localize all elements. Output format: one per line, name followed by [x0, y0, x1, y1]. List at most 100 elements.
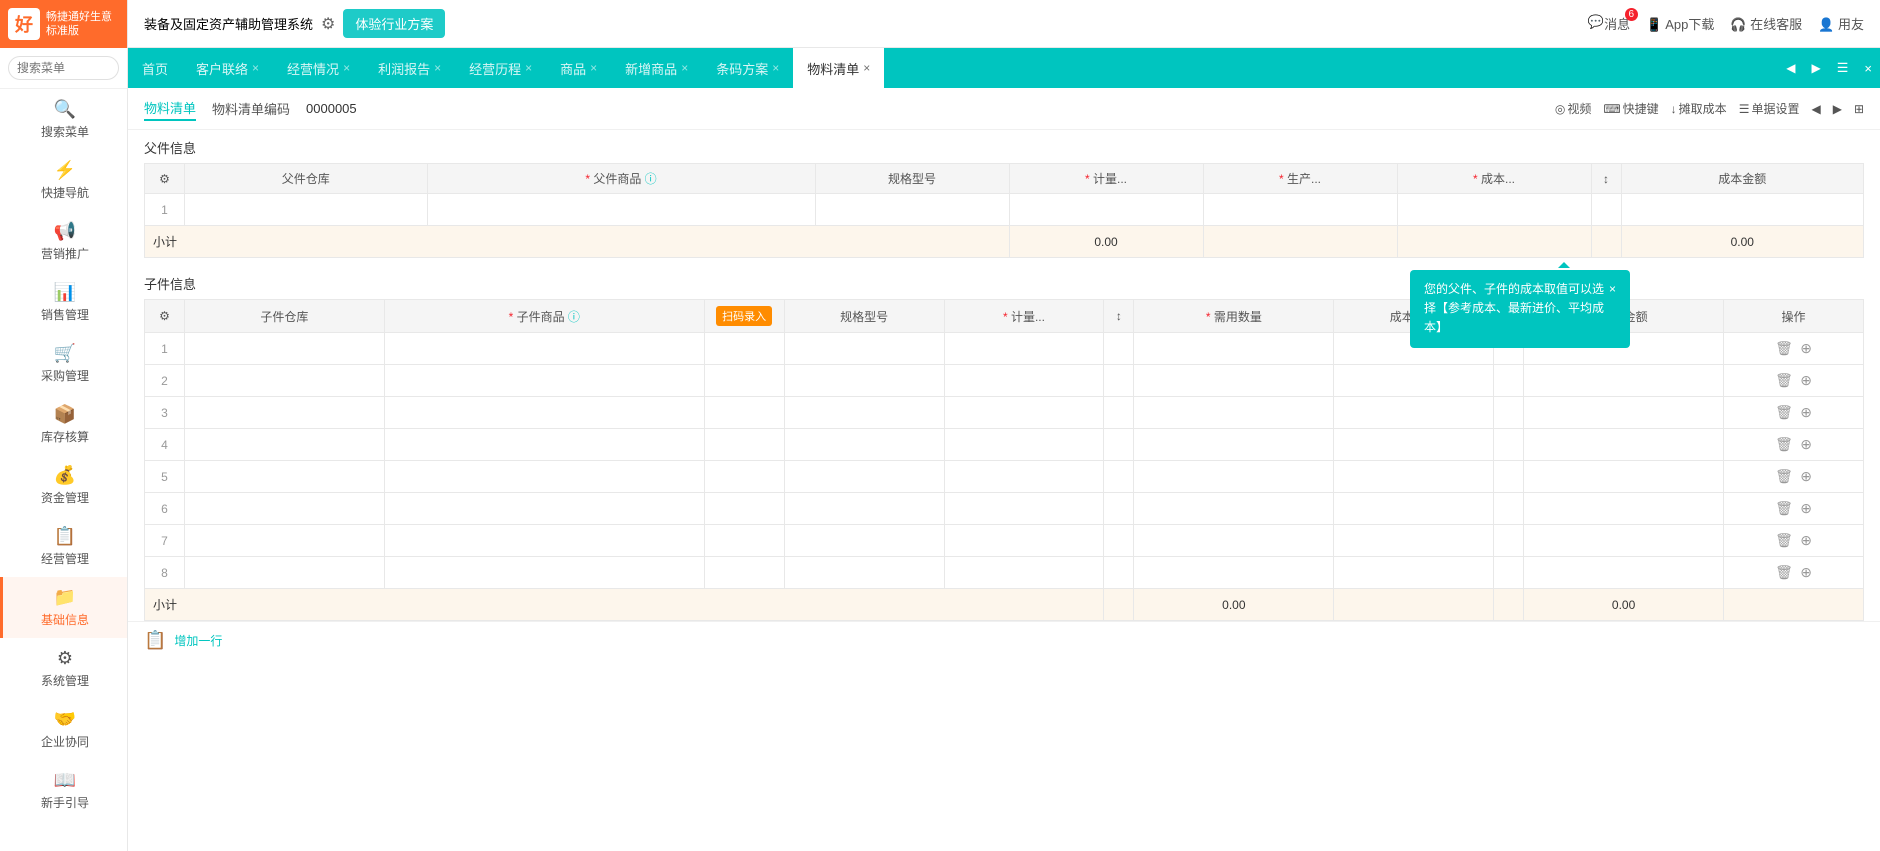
tab-close-icon[interactable]: ×: [590, 61, 597, 75]
parent-prod-cell[interactable]: [1203, 194, 1397, 226]
content-area: 物料清单 物料清单编码 0000005 ◎ 视频 ⌨ 快捷键 ↓ 摊取成本: [128, 88, 1880, 851]
child-product-cell[interactable]: [384, 333, 704, 365]
tab-goods[interactable]: 商品 ×: [546, 48, 611, 88]
copy-icon[interactable]: ⊕: [1800, 532, 1812, 548]
child-warehouse-cell[interactable]: [185, 333, 385, 365]
settings-button[interactable]: ⚙: [321, 14, 335, 34]
try-button[interactable]: 体验行业方案: [343, 9, 445, 38]
delete-icon[interactable]: 🗑: [1775, 436, 1793, 452]
tab-close-all[interactable]: ☰: [1829, 60, 1857, 76]
subnav-bom[interactable]: 物料清单: [144, 96, 196, 121]
message-wrap[interactable]: 💬 6 消息: [1588, 14, 1630, 33]
topbar-right: 💬 6 消息 📱 App下载 🎧 在线客服 👤 用友: [1588, 14, 1864, 33]
parent-amount-cell[interactable]: [1621, 194, 1864, 226]
expand-icon[interactable]: ⊞: [1854, 102, 1864, 116]
copy-icon[interactable]: ⊕: [1800, 564, 1812, 580]
tab-prev-arrow[interactable]: ◀: [1778, 61, 1803, 75]
tab-barcode[interactable]: 条码方案 ×: [702, 48, 793, 88]
th-child-warehouse: 子件仓库: [185, 300, 385, 333]
delete-icon[interactable]: 🗑: [1775, 500, 1793, 516]
copy-icon[interactable]: ⊕: [1800, 468, 1812, 484]
tab-bom[interactable]: 物料清单 ×: [793, 48, 884, 88]
child-unit-cell[interactable]: [944, 333, 1104, 365]
parent-table-wrapper: ⚙ 父件仓库 * 父件商品 ⓘ 规格型号 * 计量... * 生产... * 成…: [144, 163, 1864, 258]
sidebar-item-quicknav[interactable]: ⚡ 快捷导航: [0, 150, 127, 211]
th-child-settings[interactable]: ⚙: [145, 300, 185, 333]
tab-close-icon[interactable]: ×: [434, 61, 441, 75]
child-qty-cell[interactable]: [1134, 333, 1334, 365]
video-icon: ◎: [1555, 102, 1565, 116]
sidebar-item-guide[interactable]: 📖 新手引导: [0, 760, 127, 821]
th-parent-amount: 成本金额: [1621, 164, 1864, 194]
finance-icon: 💰: [54, 465, 76, 486]
tab-close-window[interactable]: ×: [1856, 61, 1880, 76]
cost-action[interactable]: ↓ 摊取成本: [1671, 100, 1727, 117]
sidebar-item-finance[interactable]: 💰 资金管理: [0, 455, 127, 516]
subnav-bom-code[interactable]: 物料清单编码: [212, 97, 290, 120]
doc-settings-action[interactable]: ☰ 单据设置: [1739, 100, 1800, 117]
user-info[interactable]: 👤 用友: [1818, 14, 1864, 33]
copy-icon[interactable]: ⊕: [1800, 500, 1812, 516]
delete-icon[interactable]: 🗑: [1775, 372, 1793, 388]
delete-icon[interactable]: 🗑: [1775, 532, 1793, 548]
sidebar-item-collaboration[interactable]: 🤝 企业协同: [0, 699, 127, 760]
sidebar-item-basic[interactable]: 📁 基础信息: [0, 577, 127, 638]
th-child-scan[interactable]: 扫码录入: [704, 300, 784, 333]
tab-next-arrow[interactable]: ▶: [1804, 61, 1829, 75]
doc-code: 0000005: [306, 101, 357, 116]
search-input[interactable]: [8, 56, 119, 80]
th-parent-settings[interactable]: ⚙: [145, 164, 185, 194]
tab-close-icon[interactable]: ×: [252, 61, 259, 75]
content-body: × 您的父件、子件的成本取值可以选择【参考成本、最新进价、平均成本】 父件信息 …: [128, 130, 1880, 851]
add-row-label[interactable]: 增加一行: [174, 632, 222, 649]
parent-warehouse-cell[interactable]: [185, 194, 428, 226]
nav-right-arrow[interactable]: ▶: [1833, 102, 1842, 116]
sidebar-item-operations[interactable]: 📋 经营管理: [0, 516, 127, 577]
sub-header-left: 物料清单 物料清单编码 0000005: [144, 96, 357, 121]
sidebar-item-sales[interactable]: 📊 销售管理: [0, 272, 127, 333]
tab-new-goods[interactable]: 新增商品 ×: [611, 48, 702, 88]
nav-left-arrow[interactable]: ◀: [1811, 102, 1820, 116]
parent-spec-cell[interactable]: [815, 194, 1009, 226]
app-download[interactable]: 📱 App下载: [1646, 14, 1714, 33]
sidebar-item-search[interactable]: 🔍 搜索菜单: [0, 89, 127, 150]
delete-icon[interactable]: 🗑: [1775, 564, 1793, 580]
tab-history[interactable]: 经营历程 ×: [455, 48, 546, 88]
tab-close-icon[interactable]: ×: [863, 61, 870, 75]
delete-icon[interactable]: 🗑: [1775, 340, 1793, 356]
tab-close-icon[interactable]: ×: [525, 61, 532, 75]
online-service[interactable]: 🎧 在线客服: [1730, 14, 1802, 33]
child-spec-cell[interactable]: [784, 333, 944, 365]
sidebar-item-system[interactable]: ⚙ 系统管理: [0, 638, 127, 699]
copy-icon[interactable]: ⊕: [1800, 372, 1812, 388]
scan-button[interactable]: 扫码录入: [716, 306, 772, 326]
copy-icon[interactable]: ⊕: [1800, 404, 1812, 420]
shortcut-action[interactable]: ⌨ 快捷键: [1603, 100, 1658, 117]
copy-icon[interactable]: ⊕: [1800, 340, 1812, 356]
parent-product-cell[interactable]: [427, 194, 815, 226]
copy-icon[interactable]: ⊕: [1800, 436, 1812, 452]
parent-cost-cell[interactable]: [1397, 194, 1591, 226]
add-row-icon[interactable]: 📋: [144, 630, 166, 651]
video-action[interactable]: ◎ 视频: [1555, 100, 1592, 117]
sidebar-item-inventory[interactable]: 📦 库存核算: [0, 394, 127, 455]
th-child-sort[interactable]: ↕: [1104, 300, 1134, 333]
delete-icon[interactable]: 🗑: [1775, 404, 1793, 420]
tab-home[interactable]: 首页: [128, 48, 182, 88]
tabs-bar: 首页 客户联络 × 经营情况 × 利润报告 × 经营历程 × 商品 × 新增商品…: [128, 48, 1880, 88]
logo: 好 畅捷通好生意 标准版: [0, 0, 127, 48]
tab-profit[interactable]: 利润报告 ×: [364, 48, 455, 88]
tab-close-icon[interactable]: ×: [343, 61, 350, 75]
topbar: 装备及固定资产辅助管理系统 ⚙ 体验行业方案 💬 6 消息 📱 App下载 🎧 …: [128, 0, 1880, 48]
th-parent-sort[interactable]: ↕: [1591, 164, 1621, 194]
nav-label: 快捷导航: [41, 184, 89, 201]
parent-unit-cell[interactable]: [1009, 194, 1203, 226]
tab-customer[interactable]: 客户联络 ×: [182, 48, 273, 88]
tab-close-icon[interactable]: ×: [772, 61, 779, 75]
sidebar-item-purchase[interactable]: 🛒 采购管理: [0, 333, 127, 394]
sidebar-item-marketing[interactable]: 📢 营销推广: [0, 211, 127, 272]
tab-close-icon[interactable]: ×: [681, 61, 688, 75]
tooltip-close-button[interactable]: ×: [1609, 280, 1616, 299]
delete-icon[interactable]: 🗑: [1775, 468, 1793, 484]
tab-operations[interactable]: 经营情况 ×: [273, 48, 364, 88]
